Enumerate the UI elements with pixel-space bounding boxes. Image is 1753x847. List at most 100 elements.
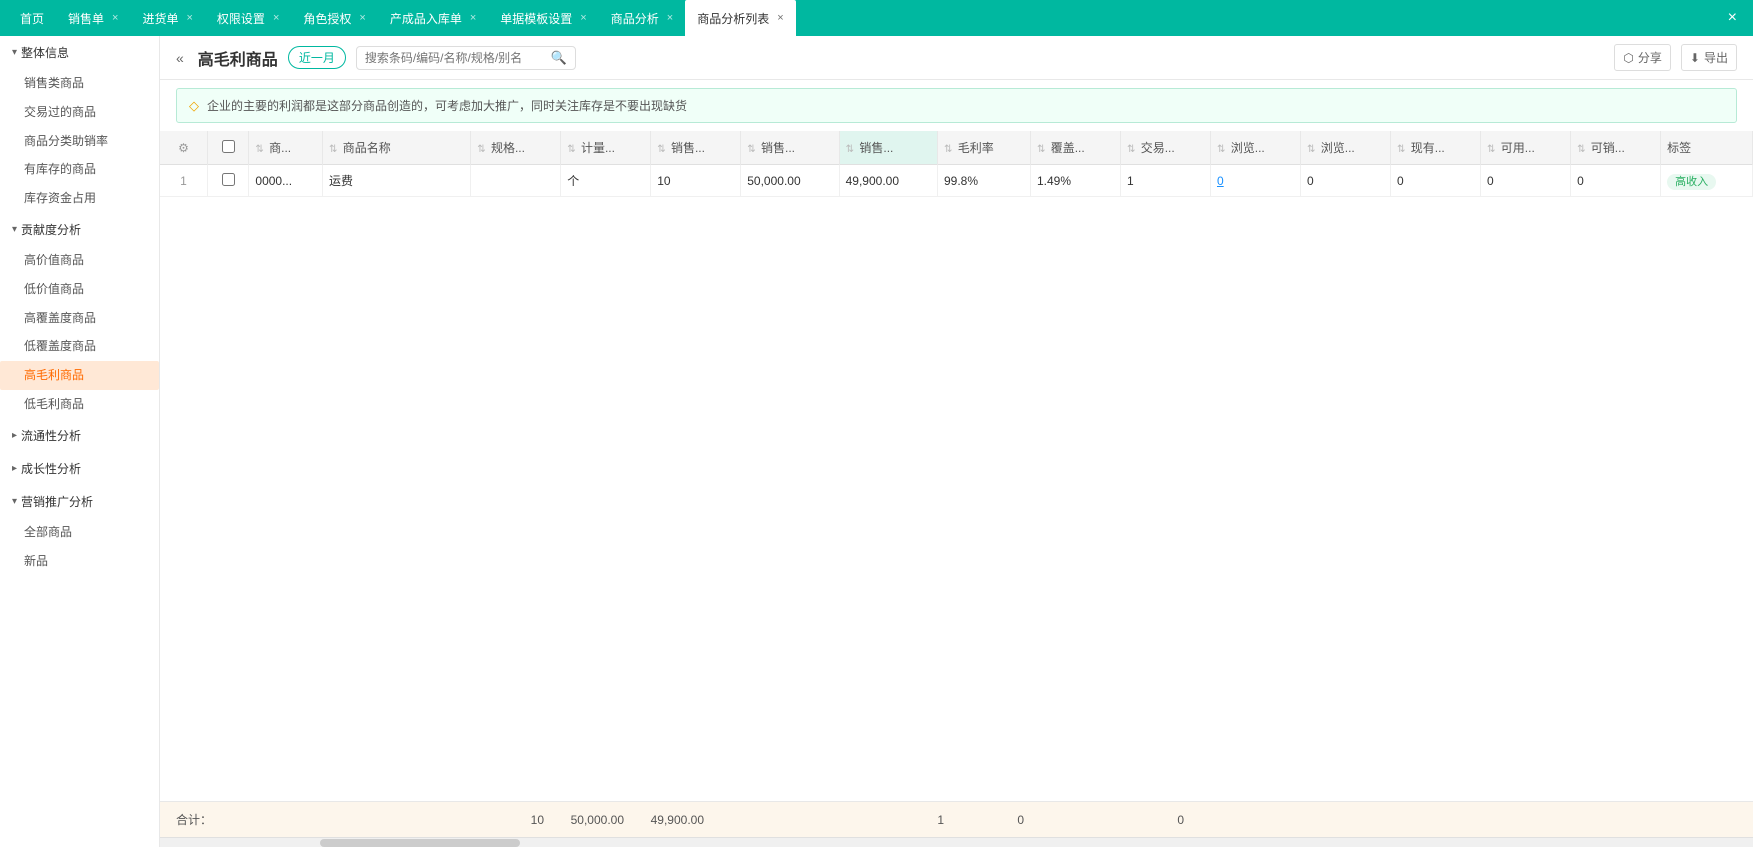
nav-item-purchase[interactable]: 进货单 × — [130, 0, 204, 36]
search-input[interactable] — [365, 51, 545, 65]
col-transactions[interactable]: ⇅ 交易... — [1120, 131, 1210, 165]
col-browse2[interactable]: ⇅ 浏览... — [1301, 131, 1391, 165]
sidebar-item-category-rate[interactable]: 商品分类助销率 — [0, 127, 159, 156]
sidebar-group-overall[interactable]: ▾ 整体信息 — [0, 36, 159, 69]
nav-item-permissions[interactable]: 权限设置 × — [205, 0, 291, 36]
nav-item-analysis[interactable]: 商品分析 × — [599, 0, 685, 36]
nav-item-template[interactable]: 单据模板设置 × — [488, 0, 598, 36]
sort-icon-sales-profit: ⇅ — [846, 144, 854, 155]
col-sales-profit[interactable]: ⇅ 销售... — [839, 131, 937, 165]
top-nav: 首页 销售单 × 进货单 × 权限设置 × 角色授权 × 产成品入库单 × 单据… — [0, 0, 1753, 36]
sidebar-item-high-margin[interactable]: 高毛利商品 — [0, 361, 159, 390]
sidebar-item-traded-goods[interactable]: 交易过的商品 — [0, 98, 159, 127]
arrow-contribution: ▾ — [12, 224, 17, 235]
nav-item-product-inbound[interactable]: 产成品入库单 × — [378, 0, 488, 36]
sidebar-group-contribution-items: 高价值商品 低价值商品 高覆盖度商品 低覆盖度商品 高毛利商品 低毛利商品 — [0, 246, 159, 419]
share-button[interactable]: ⬡ 分享 — [1614, 44, 1671, 71]
horizontal-scrollbar[interactable] — [160, 837, 1753, 847]
sidebar-item-in-stock[interactable]: 有库存的商品 — [0, 155, 159, 184]
nav-close-analysis[interactable]: × — [667, 12, 673, 24]
sort-icon-coverage: ⇅ — [1037, 144, 1045, 155]
nav-close-product-inbound[interactable]: × — [470, 12, 476, 24]
sort-icon-unit: ⇅ — [567, 144, 575, 155]
nav-close-template[interactable]: × — [580, 12, 586, 24]
col-current-stock[interactable]: ⇅ 现有... — [1391, 131, 1481, 165]
time-filter-button[interactable]: 近一月 — [288, 46, 346, 69]
sidebar-item-all-goods[interactable]: 全部商品 — [0, 518, 159, 547]
sort-icon-gross-rate: ⇅ — [944, 144, 952, 155]
sidebar-group-overall-items: 销售类商品 交易过的商品 商品分类助销率 有库存的商品 库存资金占用 — [0, 69, 159, 213]
sidebar-group-growth[interactable]: ▸ 成长性分析 — [0, 452, 159, 485]
nav-close-analysis-list[interactable]: × — [777, 12, 783, 24]
col-saleable-stock[interactable]: ⇅ 可销... — [1571, 131, 1661, 165]
cell-sales-amount: 50,000.00 — [741, 165, 839, 197]
export-button[interactable]: ⬇ 导出 — [1681, 44, 1737, 71]
sidebar-item-low-margin[interactable]: 低毛利商品 — [0, 390, 159, 419]
table-row: 1 0000... 运费 个 10 50,000.00 49,900.00 99… — [160, 165, 1753, 197]
search-icon[interactable]: 🔍 — [551, 50, 567, 66]
window-close-button[interactable]: × — [1720, 9, 1745, 27]
sort-icon-sales-amount: ⇅ — [747, 144, 755, 155]
sidebar: ▾ 整体信息 销售类商品 交易过的商品 商品分类助销率 有库存的商品 库存资金占… — [0, 36, 160, 847]
page-title: 高毛利商品 — [198, 46, 278, 70]
sidebar-item-new-goods[interactable]: 新品 — [0, 547, 159, 576]
sidebar-group-contribution[interactable]: ▾ 贡献度分析 — [0, 213, 159, 246]
notice-bar: ◇ 企业的主要的利润都是这部分商品创造的，可考虑加大推广，同时关注库存是不要出现… — [176, 88, 1737, 123]
col-browse1[interactable]: ⇅ 浏览... — [1211, 131, 1301, 165]
main-layout: ▾ 整体信息 销售类商品 交易过的商品 商品分类助销率 有库存的商品 库存资金占… — [0, 36, 1753, 847]
sort-icon-saleable-stock: ⇅ — [1577, 144, 1585, 155]
nav-item-sales[interactable]: 销售单 × — [56, 0, 130, 36]
col-spec[interactable]: ⇅ 规格... — [471, 131, 561, 165]
cell-num: 1 — [160, 165, 207, 197]
nav-item-analysis-list[interactable]: 商品分析列表 × — [685, 0, 795, 36]
footer-label: 合计： — [176, 811, 212, 828]
collapse-sidebar-button[interactable]: « — [176, 50, 184, 66]
col-unit[interactable]: ⇅ 计量... — [561, 131, 651, 165]
scrollbar-thumb[interactable] — [320, 839, 520, 847]
sort-icon-code: ⇅ — [255, 144, 263, 155]
sidebar-item-sales-goods[interactable]: 销售类商品 — [0, 69, 159, 98]
sidebar-group-marketing[interactable]: ▾ 营销推广分析 — [0, 485, 159, 518]
sidebar-item-high-value[interactable]: 高价值商品 — [0, 246, 159, 275]
tag-badge: 高收入 — [1667, 174, 1716, 190]
export-icon: ⬇ — [1690, 51, 1700, 65]
sort-icon-sales-qty: ⇅ — [657, 144, 665, 155]
nav-close-sales[interactable]: × — [112, 12, 118, 24]
cell-gross-rate: 99.8% — [938, 165, 1031, 197]
table-header-row: ⚙ ⇅ 商... ⇅ 商品名称 — [160, 131, 1753, 165]
data-table-wrapper[interactable]: ⚙ ⇅ 商... ⇅ 商品名称 — [160, 131, 1753, 801]
sidebar-item-high-coverage[interactable]: 高覆盖度商品 — [0, 304, 159, 333]
sidebar-item-stock-capital[interactable]: 库存资金占用 — [0, 184, 159, 213]
col-name[interactable]: ⇅ 商品名称 — [323, 131, 471, 165]
sidebar-group-liquidity[interactable]: ▸ 流通性分析 — [0, 419, 159, 452]
footer-browse2: 0 — [1112, 813, 1192, 827]
table-body: 1 0000... 运费 个 10 50,000.00 49,900.00 99… — [160, 165, 1753, 197]
settings-icon[interactable]: ⚙ — [178, 141, 189, 155]
sidebar-item-low-value[interactable]: 低价值商品 — [0, 275, 159, 304]
nav-close-purchase[interactable]: × — [186, 12, 192, 24]
footer-total: 合计： 10 50,000.00 49,900.00 1 0 0 — [160, 801, 1753, 837]
footer-browse1: 0 — [952, 813, 1032, 827]
col-sales-amount[interactable]: ⇅ 销售... — [741, 131, 839, 165]
sidebar-item-low-coverage[interactable]: 低覆盖度商品 — [0, 332, 159, 361]
nav-item-home[interactable]: 首页 — [8, 0, 56, 36]
col-sales-qty[interactable]: ⇅ 销售... — [651, 131, 741, 165]
col-checkbox — [207, 131, 248, 165]
col-tag: 标签 — [1661, 131, 1753, 165]
sort-icon-available-stock: ⇅ — [1487, 144, 1495, 155]
nav-close-roles[interactable]: × — [359, 12, 365, 24]
cell-unit: 个 — [561, 165, 651, 197]
col-code[interactable]: ⇅ 商... — [249, 131, 323, 165]
select-all-checkbox[interactable] — [222, 140, 235, 153]
cell-available-stock: 0 — [1481, 165, 1571, 197]
nav-close-permissions[interactable]: × — [273, 12, 279, 24]
col-gross-rate[interactable]: ⇅ 毛利率 — [938, 131, 1031, 165]
row-checkbox[interactable] — [222, 173, 235, 186]
col-coverage[interactable]: ⇅ 覆盖... — [1030, 131, 1120, 165]
arrow-overall: ▾ — [12, 47, 17, 58]
data-table: ⚙ ⇅ 商... ⇅ 商品名称 — [160, 131, 1753, 197]
cell-browse1[interactable]: 0 — [1211, 165, 1301, 197]
sort-icon-spec: ⇅ — [477, 144, 485, 155]
col-available-stock[interactable]: ⇅ 可用... — [1481, 131, 1571, 165]
nav-item-roles[interactable]: 角色授权 × — [291, 0, 377, 36]
